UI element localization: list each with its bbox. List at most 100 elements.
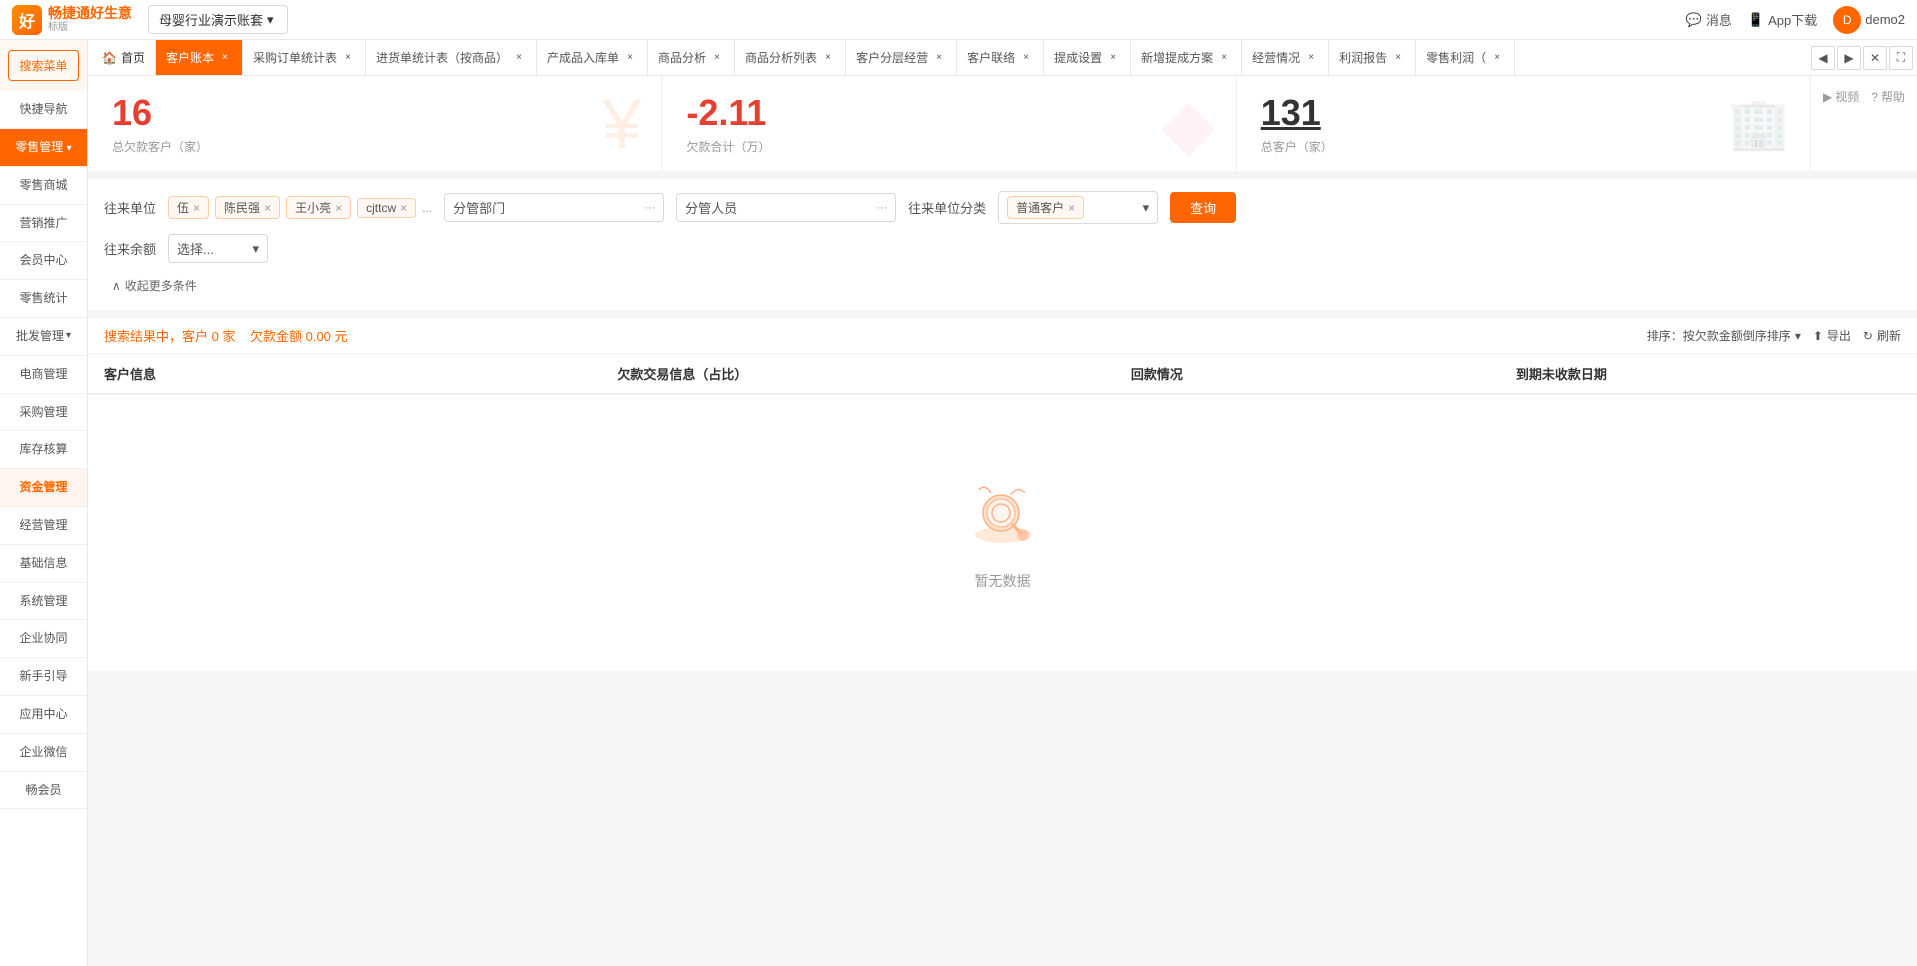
balance-filter-select[interactable]: 选择... ▾ bbox=[168, 234, 268, 263]
unit-class-filter-label: 往来单位分类 bbox=[908, 198, 986, 217]
stat-bg-icon-3: 🏢 bbox=[1728, 94, 1790, 153]
top-right: 💬 消息 📱 App下载 D demo2 bbox=[1686, 6, 1905, 34]
sidebar-item-inventory[interactable]: 库存核算 bbox=[0, 431, 87, 469]
tab-label: 提成设置 bbox=[1054, 49, 1102, 66]
tab-next-button[interactable]: ▶ bbox=[1837, 46, 1861, 70]
video-action[interactable]: ▶ 视频 bbox=[1823, 88, 1859, 105]
help-action[interactable]: ? 帮助 bbox=[1871, 88, 1905, 105]
sidebar-item-new-guide[interactable]: 新手引导 bbox=[0, 658, 87, 696]
tab-customer-book[interactable]: 客户账本 × bbox=[156, 40, 243, 76]
tag-close-icon[interactable]: × bbox=[335, 201, 342, 215]
close-icon[interactable]: × bbox=[1490, 51, 1504, 65]
close-icon[interactable]: × bbox=[512, 51, 526, 65]
refresh-button[interactable]: ↻ 刷新 bbox=[1863, 327, 1901, 344]
tag-close-icon[interactable]: × bbox=[264, 201, 271, 215]
tab-customer-tier[interactable]: 客户分层经营 × bbox=[846, 40, 957, 76]
stat-card-customers: ¥ 16 总欠款客户（家） bbox=[88, 76, 662, 171]
close-icon[interactable]: × bbox=[1217, 51, 1231, 65]
tab-prev-button[interactable]: ◀ bbox=[1811, 46, 1835, 70]
logo-icon: 好 bbox=[12, 5, 42, 35]
empty-icon bbox=[963, 475, 1043, 555]
sidebar-item-system[interactable]: 系统管理 bbox=[0, 583, 87, 621]
tab-inbound-stat[interactable]: 进货单统计表（按商品） × bbox=[366, 40, 537, 76]
store-selector[interactable]: 母婴行业演示账套 ▾ bbox=[148, 5, 288, 34]
tab-bar: 🏠 首页 客户账本 × 采购订单统计表 × 进货单统计表（按商品） × 产成品入… bbox=[88, 40, 1917, 76]
close-icon[interactable]: × bbox=[218, 51, 232, 65]
close-icon[interactable]: × bbox=[710, 51, 724, 65]
sidebar-item-operation[interactable]: 经营管理 bbox=[0, 507, 87, 545]
query-button[interactable]: 查询 bbox=[1170, 192, 1236, 223]
filter-tag-2[interactable]: 王小亮 × bbox=[286, 196, 351, 219]
stat-card-total: 🏢 131 总客户（家） bbox=[1237, 76, 1811, 171]
close-icon[interactable]: × bbox=[341, 51, 355, 65]
tab-goods-analysis[interactable]: 商品分析 × bbox=[648, 40, 735, 76]
more-tags-button[interactable]: ... bbox=[422, 201, 432, 215]
person-filter-select[interactable]: 分管人员 ··· bbox=[676, 193, 896, 222]
sidebar-item-basic-info[interactable]: 基础信息 bbox=[0, 545, 87, 583]
unit-class-tag[interactable]: 普通客户 × bbox=[1007, 196, 1084, 219]
close-icon[interactable]: × bbox=[821, 51, 835, 65]
unit-class-filter-select[interactable]: 普通客户 × ▾ bbox=[998, 191, 1158, 224]
sidebar-item-vip[interactable]: 畅会员 bbox=[0, 772, 87, 810]
sidebar-item-ecommerce[interactable]: 电商管理 bbox=[0, 356, 87, 394]
tab-expand-button[interactable]: ⛶ bbox=[1889, 46, 1913, 70]
filter-tag-1[interactable]: 陈民强 × bbox=[215, 196, 280, 219]
sidebar-item-wholesale[interactable]: 批发管理 ▾ bbox=[0, 318, 87, 356]
sidebar-item-quick-nav[interactable]: 快捷导航 bbox=[0, 91, 87, 129]
tab-customer-contact[interactable]: 客户联络 × bbox=[957, 40, 1044, 76]
tag-close-icon[interactable]: × bbox=[1068, 201, 1075, 215]
select-chevron-icon: ▾ bbox=[1143, 200, 1150, 216]
tab-operation-status[interactable]: 经营情况 × bbox=[1242, 40, 1329, 76]
sidebar-item-enterprise-wx[interactable]: 企业微信 bbox=[0, 734, 87, 772]
tab-boost-settings[interactable]: 提成设置 × bbox=[1044, 40, 1131, 76]
top-bar: 好 畅捷通好生意 标版 母婴行业演示账套 ▾ 💬 消息 📱 App下载 D de… bbox=[0, 0, 1917, 40]
sidebar-item-label: 批发管理 bbox=[16, 328, 64, 345]
tab-profit-report[interactable]: 利润报告 × bbox=[1329, 40, 1416, 76]
stat-label-customers: 总欠款客户（家） bbox=[112, 138, 208, 155]
table-header: 客户信息 欠款交易信息（占比） 回款情况 到期未收款日期 bbox=[88, 354, 1917, 395]
dept-filter-select[interactable]: 分管部门 ··· bbox=[444, 193, 664, 222]
user-profile[interactable]: D demo2 bbox=[1833, 6, 1905, 34]
sidebar-item-retail-stats[interactable]: 零售统计 bbox=[0, 280, 87, 318]
sidebar-item-member[interactable]: 会员中心 bbox=[0, 242, 87, 280]
results-prefix: 搜索结果中，客户 bbox=[104, 329, 208, 344]
tab-home[interactable]: 🏠 首页 bbox=[92, 40, 156, 76]
tab-retail-profit[interactable]: 零售利润（ × bbox=[1416, 40, 1515, 76]
tab-goods-analysis-list[interactable]: 商品分析列表 × bbox=[735, 40, 846, 76]
sidebar-item-enterprise[interactable]: 企业协同 bbox=[0, 620, 87, 658]
filter-row-2: 往来余额 选择... ▾ bbox=[104, 234, 1901, 263]
close-icon[interactable]: × bbox=[1391, 51, 1405, 65]
tab-new-achievement[interactable]: 新增提成方案 × bbox=[1131, 40, 1242, 76]
sidebar-item-app-center[interactable]: 应用中心 bbox=[0, 696, 87, 734]
close-icon[interactable]: × bbox=[1304, 51, 1318, 65]
tag-close-icon[interactable]: × bbox=[400, 201, 407, 215]
sidebar-item-marketing[interactable]: 营销推广 bbox=[0, 205, 87, 243]
export-button[interactable]: ⬆ 导出 bbox=[1813, 327, 1851, 344]
collapse-button[interactable]: ∧ 收起更多条件 bbox=[104, 273, 1901, 298]
app-download-button[interactable]: 📱 App下载 bbox=[1748, 10, 1817, 29]
sidebar-item-retail-mall[interactable]: 零售商城 bbox=[0, 167, 87, 205]
close-icon[interactable]: × bbox=[932, 51, 946, 65]
filter-tag-0[interactable]: 伍 × bbox=[168, 196, 209, 219]
tab-purchase-order[interactable]: 采购订单统计表 × bbox=[243, 40, 366, 76]
search-menu-button[interactable]: 搜索菜单 bbox=[8, 50, 79, 81]
sidebar-item-finance[interactable]: 资金管理 bbox=[0, 469, 87, 507]
sidebar-item-retail-mgmt[interactable]: 零售管理 ▾ bbox=[0, 129, 87, 167]
close-icon[interactable]: × bbox=[1019, 51, 1033, 65]
close-icon[interactable]: × bbox=[623, 51, 637, 65]
sort-select[interactable]: 排序：按欠款金额倒序排序 ▾ bbox=[1647, 327, 1801, 344]
results-actions: 排序：按欠款金额倒序排序 ▾ ⬆ 导出 ↻ 刷新 bbox=[1647, 327, 1901, 344]
sort-label: 排序：按欠款金额倒序排序 bbox=[1647, 327, 1791, 344]
unit-class-tags: 普通客户 × bbox=[1007, 196, 1142, 219]
tag-close-icon[interactable]: × bbox=[193, 201, 200, 215]
chevron-up-icon: ∧ bbox=[112, 279, 121, 293]
filter-tag-3[interactable]: cjttcw × bbox=[357, 198, 416, 218]
tab-close-all-button[interactable]: ✕ bbox=[1863, 46, 1887, 70]
close-icon[interactable]: × bbox=[1106, 51, 1120, 65]
sidebar-item-purchase[interactable]: 采购管理 bbox=[0, 394, 87, 432]
tab-cost-entry[interactable]: 产成品入库单 × bbox=[537, 40, 648, 76]
sidebar-search-area: 搜索菜单 bbox=[0, 40, 87, 91]
sidebar-item-label: 零售管理 bbox=[15, 140, 63, 154]
message-button[interactable]: 💬 消息 bbox=[1686, 10, 1732, 29]
stat-value-total[interactable]: 131 bbox=[1261, 92, 1321, 134]
